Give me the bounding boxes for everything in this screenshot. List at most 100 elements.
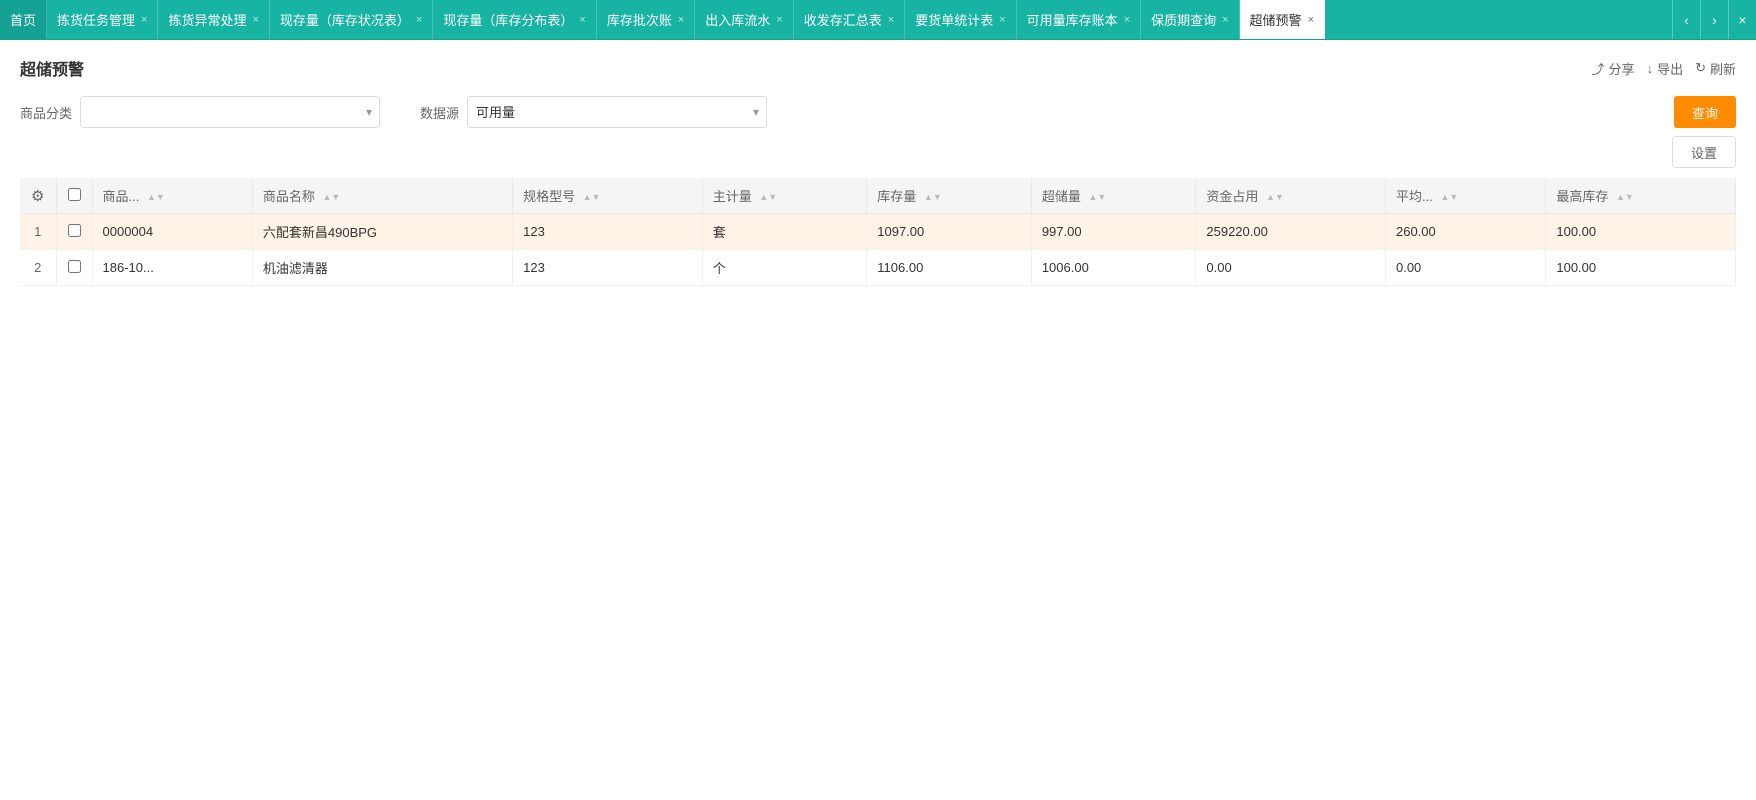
sort-icon[interactable]: ▲▼ — [147, 193, 165, 202]
col-avg-label: 平均... — [1396, 189, 1433, 204]
col-inventory: 库存量 ▲▼ — [867, 178, 1032, 214]
refresh-label: 刷新 — [1710, 59, 1736, 78]
row-product-name: 机油滤清器 — [252, 250, 512, 286]
row-avg: 0.00 — [1385, 250, 1545, 286]
nav-task-mgmt[interactable]: 拣货任务管理 × — [47, 0, 158, 40]
nav-close-icon[interactable]: × — [888, 14, 894, 26]
nav-order-stats[interactable]: 要货单统计表 × — [905, 0, 1016, 40]
row-capital: 259220.00 — [1196, 214, 1386, 250]
settings-icon[interactable]: ⚙ — [31, 188, 44, 205]
sort-icon[interactable]: ▲▼ — [1616, 193, 1634, 202]
nav-label: 现存量（库存分布表） — [443, 10, 573, 29]
nav-close-icon[interactable]: × — [776, 14, 782, 26]
row-inventory: 1106.00 — [867, 250, 1032, 286]
nav-close-icon[interactable]: × — [141, 14, 147, 26]
sort-icon[interactable]: ▲▼ — [1266, 193, 1284, 202]
nav-label: 可用量库存账本 — [1027, 10, 1118, 29]
row-product-code: 0000004 — [92, 214, 252, 250]
col-avg: 平均... ▲▼ — [1385, 178, 1545, 214]
table-row: 1 0000004 六配套新昌490BPG 123 套 1097.00 997.… — [20, 214, 1736, 250]
nav-close-icon[interactable]: × — [999, 14, 1005, 26]
share-button[interactable]: ⤴ 分享 — [1592, 59, 1635, 78]
header-actions: ⤴ 分享 ↓ 导出 ↻ 刷新 — [1592, 59, 1736, 78]
sort-icon[interactable]: ▲▼ — [759, 193, 777, 202]
nav-home[interactable]: 首页 — [0, 0, 47, 40]
col-settings: ⚙ — [20, 178, 56, 214]
nav-more-button[interactable]: × — [1728, 0, 1756, 40]
col-max-stock-label: 最高库存 — [1556, 189, 1608, 204]
nav-inventory-dist[interactable]: 现存量（库存分布表） × — [433, 0, 596, 40]
nav-close-icon[interactable]: × — [416, 14, 422, 26]
nav-label: 首页 — [10, 10, 36, 29]
nav-close-icon[interactable]: × — [678, 14, 684, 26]
col-spec-label: 规格型号 — [523, 189, 575, 204]
category-label: 商品分类 — [20, 103, 72, 122]
settings-button[interactable]: 设置 — [1672, 136, 1736, 168]
sort-icon[interactable]: ▲▼ — [1440, 193, 1458, 202]
category-filter: 商品分类 — [20, 96, 380, 128]
col-capital: 资金占用 ▲▼ — [1196, 178, 1386, 214]
col-product-code: 商品... ▲▼ — [92, 178, 252, 214]
page-title: 超储预警 — [20, 56, 84, 80]
share-label: 分享 — [1609, 59, 1635, 78]
nav-close-icon[interactable]: × — [1124, 14, 1130, 26]
row-checkbox-cell — [56, 214, 92, 250]
row-product-name: 六配套新昌490BPG — [252, 214, 512, 250]
sort-icon[interactable]: ▲▼ — [323, 193, 341, 202]
row-inventory: 1097.00 — [867, 214, 1032, 250]
nav-prev-button[interactable]: ‹ — [1672, 0, 1700, 40]
nav-close-icon[interactable]: × — [252, 14, 258, 26]
nav-label: 收发存汇总表 — [804, 10, 882, 29]
row-spec: 123 — [513, 214, 703, 250]
datasource-select[interactable]: 可用量 库存量 — [467, 96, 767, 128]
row-checkbox[interactable] — [68, 224, 81, 237]
col-unit-label: 主计量 — [713, 189, 752, 204]
datasource-label: 数据源 — [420, 103, 459, 122]
col-overstock-label: 超储量 — [1042, 189, 1081, 204]
nav-label: 拣货任务管理 — [57, 10, 135, 29]
export-button[interactable]: ↓ 导出 — [1647, 59, 1684, 78]
sort-icon[interactable]: ▲▼ — [1088, 193, 1106, 202]
refresh-button[interactable]: ↻ 刷新 — [1695, 59, 1736, 78]
refresh-icon: ↻ — [1695, 60, 1706, 76]
row-checkbox[interactable] — [68, 260, 81, 273]
nav-inout-flow[interactable]: 出入库流水 × — [695, 0, 793, 40]
nav-batch-account[interactable]: 库存批次账 × — [597, 0, 695, 40]
row-avg: 260.00 — [1385, 214, 1545, 250]
page-content: 超储预警 ⤴ 分享 ↓ 导出 ↻ 刷新 商品分类 — [0, 40, 1756, 302]
nav-inventory-status[interactable]: 现存量（库存状况表） × — [270, 0, 433, 40]
row-checkbox-cell — [56, 250, 92, 286]
row-spec: 123 — [513, 250, 703, 286]
nav-next-button[interactable]: › — [1700, 0, 1728, 40]
nav-label: 保质期查询 — [1151, 10, 1216, 29]
sort-icon[interactable]: ▲▼ — [583, 193, 601, 202]
export-label: 导出 — [1657, 59, 1683, 78]
nav-overstock-warning[interactable]: 超储预警 × — [1240, 0, 1325, 40]
nav-close-icon[interactable]: × — [1308, 14, 1314, 26]
col-max-stock: 最高库存 ▲▼ — [1546, 178, 1736, 214]
nav-label: 要货单统计表 — [915, 10, 993, 29]
row-overstock: 1006.00 — [1031, 250, 1196, 286]
category-select-wrapper — [80, 96, 380, 128]
nav-close-icon[interactable]: × — [1222, 14, 1228, 26]
row-max-stock: 100.00 — [1546, 250, 1736, 286]
nav-label: 库存批次账 — [607, 10, 672, 29]
select-all-checkbox[interactable] — [68, 188, 81, 201]
data-table: ⚙ 商品... ▲▼ 商品名称 ▲▼ 规格型号 ▲▼ 主计 — [20, 178, 1736, 286]
row-num-cell: 2 — [20, 250, 56, 286]
nav-available-account[interactable]: 可用量库存账本 × — [1017, 0, 1141, 40]
col-inventory-label: 库存量 — [877, 189, 916, 204]
query-button[interactable]: 查询 — [1674, 96, 1736, 128]
row-product-code: 186-10... — [92, 250, 252, 286]
nav-close-icon[interactable]: × — [579, 14, 585, 26]
nav-shelf-life[interactable]: 保质期查询 × — [1141, 0, 1239, 40]
col-checkbox — [56, 178, 92, 214]
nav-abnormal[interactable]: 拣货异常处理 × — [158, 0, 269, 40]
nav-label: 超储预警 — [1250, 10, 1302, 29]
table-row: 2 186-10... 机油滤清器 123 个 1106.00 1006.00 … — [20, 250, 1736, 286]
col-product-code-label: 商品... — [103, 189, 140, 204]
category-select[interactable] — [80, 96, 380, 128]
sort-icon[interactable]: ▲▼ — [924, 193, 942, 202]
row-unit: 个 — [702, 250, 867, 286]
nav-collect-summary[interactable]: 收发存汇总表 × — [794, 0, 905, 40]
